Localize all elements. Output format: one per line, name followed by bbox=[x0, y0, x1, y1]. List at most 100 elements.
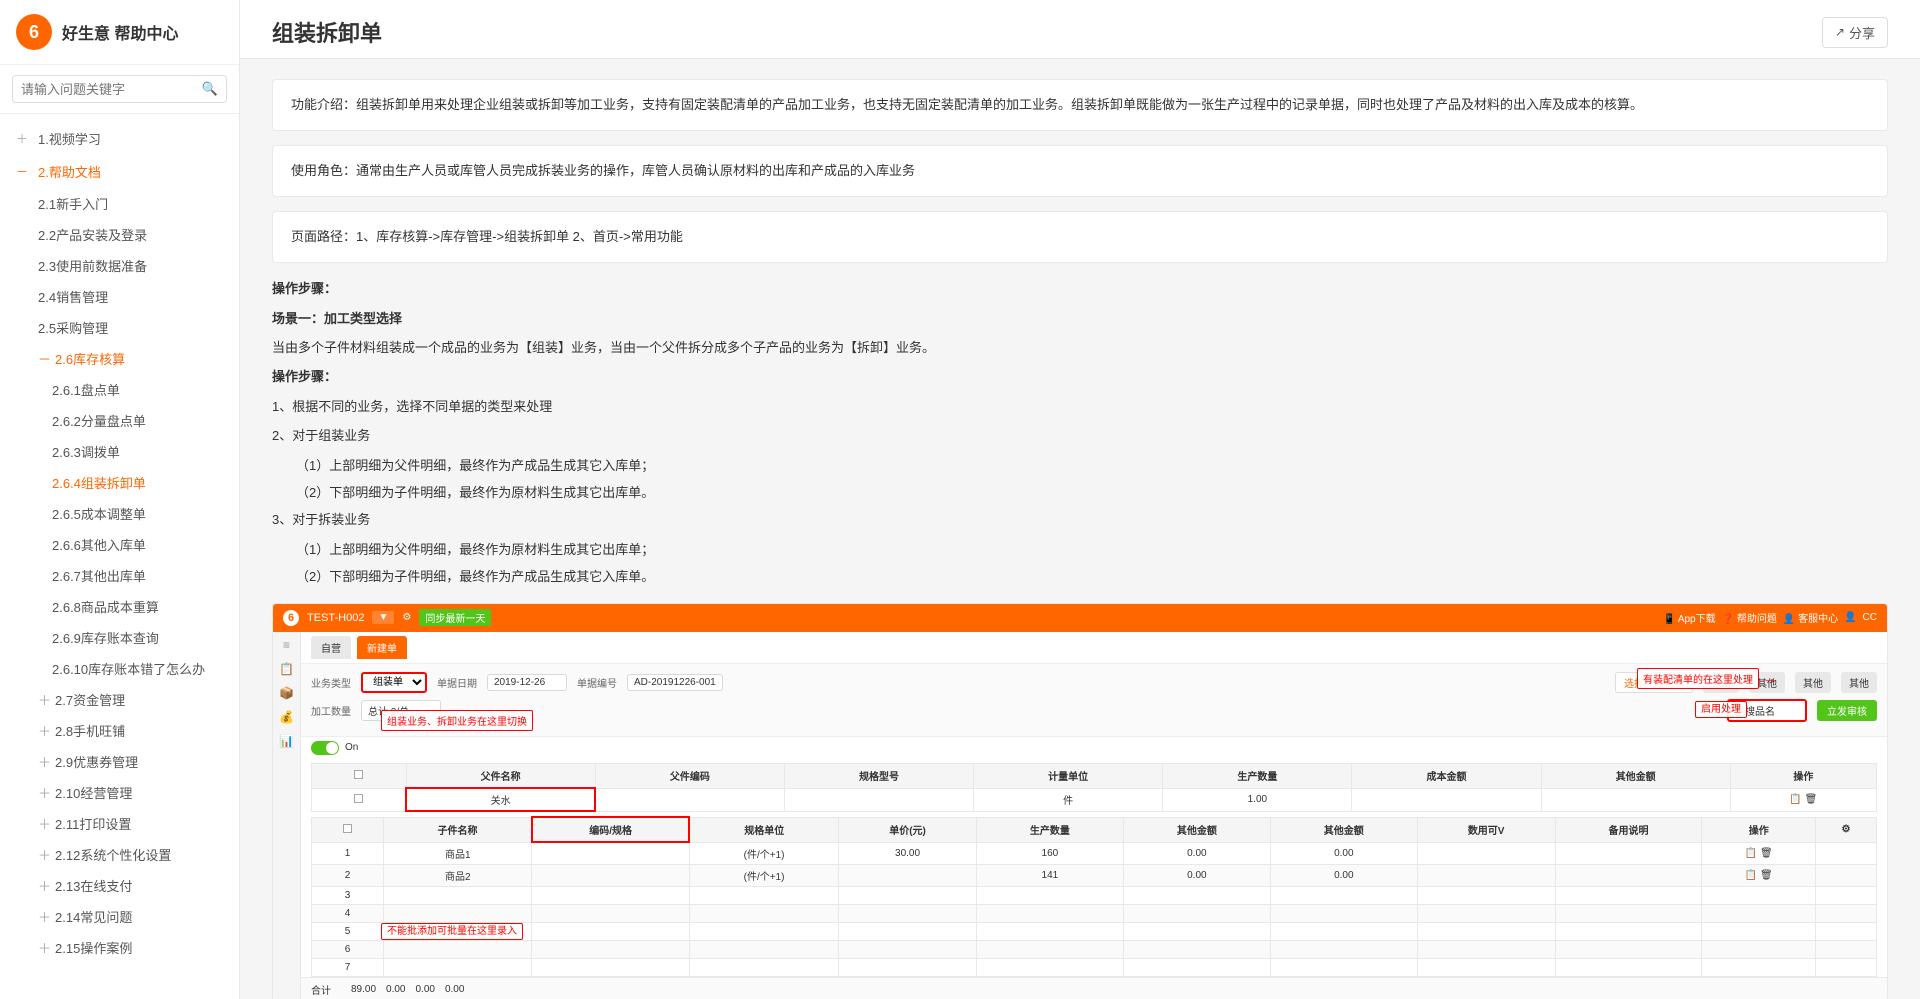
sidebar-item-install[interactable]: 2.2产品安装及登录 bbox=[0, 219, 239, 250]
sidebar-item-inv2[interactable]: 2.6.2分量盘点单 bbox=[0, 405, 239, 436]
sidebar-item-inv9[interactable]: 2.6.9库存账本查询 bbox=[0, 622, 239, 653]
mock-select-all[interactable] bbox=[354, 770, 363, 779]
sidebar-item-data-prep[interactable]: 2.3使用前数据准备 bbox=[0, 250, 239, 281]
mock-type-label: 业务类型 bbox=[311, 675, 351, 690]
sidebar-item-purchase[interactable]: 2.5采购管理 bbox=[0, 312, 239, 343]
sidebar-item-inventory[interactable]: － 2.6库存核算 bbox=[0, 343, 239, 374]
intro-block: 功能介绍：组装拆卸单用来处理企业组装或拆卸等加工业务，支持有固定装配清单的产品加… bbox=[272, 79, 1888, 131]
mock-lth-a2: 其他金额 bbox=[1270, 817, 1417, 842]
table-row: 6 bbox=[312, 940, 1877, 958]
plus-icon-coupon: ＋ bbox=[38, 755, 51, 770]
mock-lth-p2: 生产数量 bbox=[976, 817, 1123, 842]
mock-icon-3: 📦 bbox=[279, 686, 294, 700]
mock-icon-4: 💰 bbox=[279, 710, 294, 724]
mock-other-btn2[interactable]: 其他 bbox=[1795, 672, 1831, 693]
mock-footer-v4: 0.00 bbox=[416, 984, 435, 995]
mock-lth-ops: 操作 bbox=[1702, 817, 1816, 842]
sidebar-item-mobile[interactable]: ＋2.8手机旺铺 bbox=[0, 715, 239, 746]
mock-other-btn3[interactable]: 其他 bbox=[1841, 672, 1877, 693]
sidebar-item-cases[interactable]: ＋2.15操作案例 bbox=[0, 932, 239, 963]
mock-lth-name: 子件名称 bbox=[384, 817, 532, 842]
share-label: 分享 bbox=[1849, 23, 1875, 42]
mock-toggle[interactable] bbox=[311, 741, 339, 755]
nav-label-docs: 2.帮助文档 bbox=[38, 162, 101, 181]
sidebar-item-print[interactable]: ＋2.11打印设置 bbox=[0, 808, 239, 839]
mock-type-select[interactable]: 组装单 拆卸单 bbox=[361, 672, 427, 693]
mock-th-other: 其他金额 bbox=[1541, 763, 1730, 788]
nav-label-video: 1.视频学习 bbox=[38, 129, 101, 148]
sidebar-item-inv1[interactable]: 2.6.1盘点单 bbox=[0, 374, 239, 405]
mock-date-label: 单据日期 bbox=[437, 675, 477, 690]
sidebar-item-personalize[interactable]: ＋2.12系统个性化设置 bbox=[0, 839, 239, 870]
mock-row-check[interactable] bbox=[354, 794, 363, 803]
mock-th-unit: 计量单位 bbox=[974, 763, 1163, 788]
search-input[interactable] bbox=[21, 82, 202, 97]
mock-footer-v5: 0.00 bbox=[445, 984, 464, 995]
step3-sub1: （1）上部明细为父件明细，最终作为原材料生成其它出库单； bbox=[296, 538, 1888, 561]
mock-topbar-left: 6 TEST-H002 ▼ ⚙ 同步最新一天 bbox=[283, 609, 491, 626]
sidebar-item-video[interactable]: ＋ 1.视频学习 bbox=[0, 122, 239, 155]
sidebar-item-inv5[interactable]: 2.6.5成本调整单 bbox=[0, 498, 239, 529]
mock-confirm-btn[interactable]: 立发审核 bbox=[1817, 700, 1877, 721]
search-box[interactable]: 🔍 bbox=[12, 75, 227, 103]
mock-lth-icon: ⚙ bbox=[1815, 817, 1876, 842]
mock-tab-new[interactable]: 新建单 bbox=[357, 636, 407, 659]
sidebar-item-inv6[interactable]: 2.6.6其他入库单 bbox=[0, 529, 239, 560]
mock-icon-1: ≡ bbox=[283, 638, 290, 652]
mock-th-checkbox bbox=[312, 763, 407, 788]
mock-topbar: 6 TEST-H002 ▼ ⚙ 同步最新一天 📱 App下载 ❓ 帮助问题 👤 … bbox=[273, 604, 1887, 632]
sidebar-item-inv10[interactable]: 2.6.10库存账本错了怎么办 bbox=[0, 653, 239, 684]
mock-select-product-btn[interactable]: 选择产品材料 bbox=[1615, 672, 1693, 693]
mock-row-copy[interactable]: 📋 bbox=[1789, 794, 1801, 805]
mock-search-product[interactable]: 供搜品名 bbox=[1727, 699, 1807, 722]
mock-lth-code: 编码/规格 bbox=[532, 817, 689, 842]
plus-icon-print: ＋ bbox=[38, 817, 51, 832]
search-icon[interactable]: 🔍 bbox=[202, 81, 218, 97]
mock-store-name: TEST-H002 bbox=[307, 612, 364, 624]
sidebar-item-sales[interactable]: 2.4销售管理 bbox=[0, 281, 239, 312]
step3: 3、对于拆装业务 bbox=[272, 508, 1888, 531]
mock-lth-v: 数用可V bbox=[1417, 817, 1555, 842]
sidebar-item-faq[interactable]: ＋2.14常见问题 bbox=[0, 901, 239, 932]
mock-view-btn[interactable]: 查询 bbox=[1703, 672, 1739, 693]
step1: 1、根据不同的业务，选择不同单据的类型来处理 bbox=[272, 395, 1888, 418]
step3-sub2: （2）下部明细为子件明细，最终作为产成品生成其它入库单。 bbox=[296, 565, 1888, 588]
mock-tab-bar: 自营 新建单 bbox=[301, 632, 1887, 664]
mock-row-del[interactable]: 🗑 bbox=[1805, 794, 1818, 805]
sidebar-item-coupon[interactable]: ＋2.9优惠券管理 bbox=[0, 746, 239, 777]
mock-date-value: 2019-12-26 bbox=[487, 674, 567, 691]
sidebar-item-manage[interactable]: ＋2.10经营管理 bbox=[0, 777, 239, 808]
mock-lth-a1: 其他金额 bbox=[1123, 817, 1270, 842]
sidebar-item-inv7[interactable]: 2.6.7其他出库单 bbox=[0, 560, 239, 591]
sidebar-item-docs[interactable]: － 2.帮助文档 bbox=[0, 155, 239, 188]
mock-main: 自营 新建单 业务类型 组装单 拆卸单 bbox=[301, 632, 1887, 999]
mock-help-icon: ❓ 帮助问题 bbox=[1722, 610, 1777, 625]
mock-th-parent-code: 父件编码 bbox=[595, 763, 784, 788]
plus-icon-faq: ＋ bbox=[38, 910, 51, 925]
mock-lower-select-all[interactable] bbox=[343, 824, 352, 833]
share-button[interactable]: ↗ 分享 bbox=[1822, 17, 1888, 48]
steps-title: 操作步骤： bbox=[272, 277, 1888, 300]
table-row: 2 商品2 (件/个+1) 141 0.00 0.00 bbox=[312, 864, 1877, 886]
role-block: 使用角色：通常由生产人员或库管人员完成拆装业务的操作，库管人员确认原材料的出库和… bbox=[272, 145, 1888, 197]
table-row: 5 bbox=[312, 922, 1877, 940]
mock-lth-checkbox bbox=[312, 817, 384, 842]
search-area: 🔍 bbox=[0, 65, 239, 114]
mock-app-icon: 📱 App下载 bbox=[1663, 610, 1715, 625]
sidebar-item-inv8[interactable]: 2.6.8商品成本重算 bbox=[0, 591, 239, 622]
sidebar-item-finance[interactable]: ＋2.7资金管理 bbox=[0, 684, 239, 715]
intro-text: 功能介绍：组装拆卸单用来处理企业组装或拆卸等加工业务，支持有固定装配清单的产品加… bbox=[291, 97, 1643, 112]
mock-icon-2: 📋 bbox=[279, 662, 294, 676]
mock-other-btn1[interactable]: 其他 bbox=[1749, 672, 1785, 693]
plus-icon: ＋ bbox=[16, 130, 32, 147]
mock-th-action: 操作 bbox=[1730, 763, 1876, 788]
sidebar-item-online-pay[interactable]: ＋2.13在线支付 bbox=[0, 870, 239, 901]
mock-tab-ziying[interactable]: 自营 bbox=[311, 636, 351, 659]
mock-logo: 6 bbox=[283, 610, 299, 626]
sidebar-item-inv3[interactable]: 2.6.3调拨单 bbox=[0, 436, 239, 467]
step2-sub2: （2）下部明细为子件明细，最终作为原材料生成其它出库单。 bbox=[296, 481, 1888, 504]
mock-user-icon: 👤 bbox=[1844, 612, 1856, 623]
sidebar-item-inv4[interactable]: 2.6.4组装拆卸单 bbox=[0, 467, 239, 498]
screenshot-container: 6 TEST-H002 ▼ ⚙ 同步最新一天 📱 App下载 ❓ 帮助问题 👤 … bbox=[272, 603, 1888, 999]
sidebar-item-newcomer[interactable]: 2.1新手入门 bbox=[0, 188, 239, 219]
